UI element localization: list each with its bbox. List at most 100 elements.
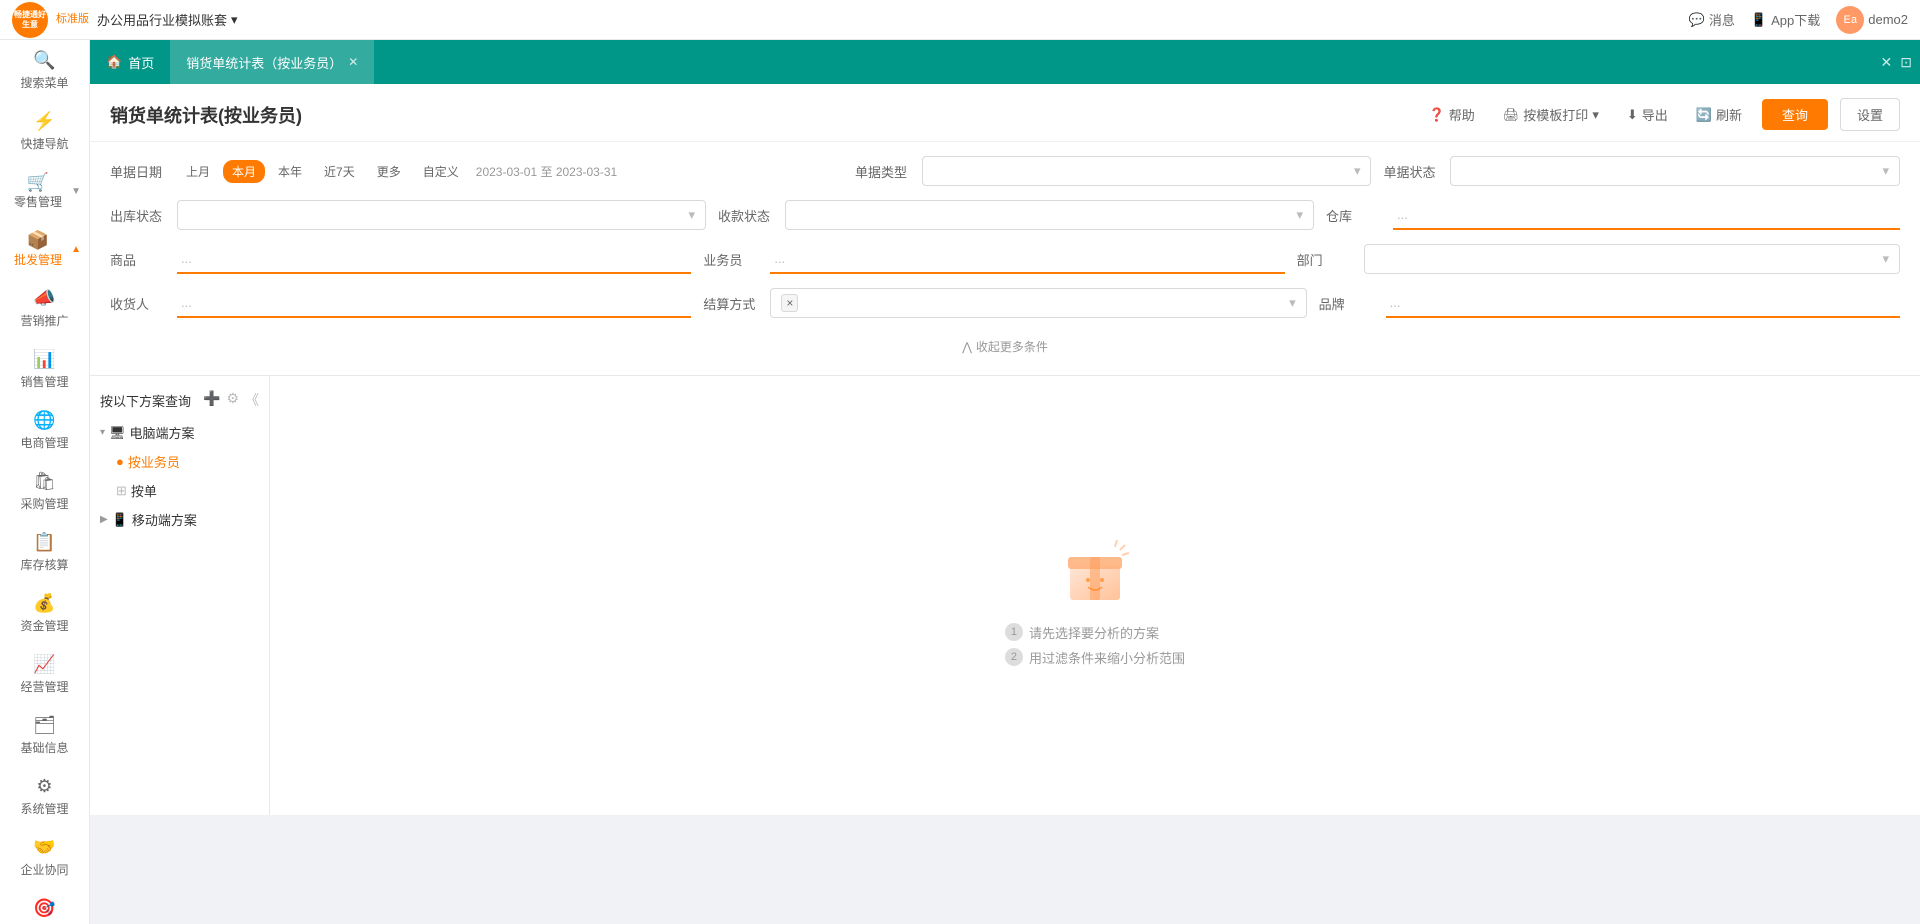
help-icon: ❓ — [1429, 107, 1445, 123]
guide-icon: 🎯 — [33, 898, 55, 919]
doc-status-select[interactable]: ▾ — [1450, 156, 1900, 186]
collapse-row: ⋀ 收起更多条件 — [110, 332, 1900, 361]
tree-pc-root[interactable]: ▾ 🖥 电脑端方案 — [90, 418, 269, 447]
sidebar-item-sales[interactable]: 📊 销售管理 — [0, 339, 89, 400]
date-btn-prev-month[interactable]: 上月 — [177, 160, 219, 183]
sidebar-item-wholesale[interactable]: 📦 批发管理 ▲ — [0, 220, 89, 278]
collapse-label: 收起更多条件 — [976, 338, 1048, 355]
app-download-label: App下载 — [1771, 10, 1820, 29]
add-schema-btn[interactable]: ➕ — [203, 390, 220, 410]
goods-label: 商品 — [110, 250, 165, 269]
collapse-btn[interactable]: ⋀ 收起更多条件 — [962, 338, 1048, 355]
out-status-select[interactable]: ▾ — [177, 200, 706, 230]
tip-text-2: 用过滤条件来缩小分析范围 — [1029, 648, 1185, 667]
dept-select[interactable]: ▾ — [1364, 244, 1900, 274]
tree-salesman-label: 按业务员 — [128, 452, 180, 471]
print-icon: 🖨 — [1503, 107, 1520, 123]
settle-select[interactable]: × ▾ — [770, 288, 1306, 318]
sidebar-item-system[interactable]: ⚙ 系统管理 — [0, 766, 89, 827]
date-btn-this-month[interactable]: 本月 — [223, 160, 265, 183]
brand-input[interactable]: ... — [1386, 288, 1900, 318]
settings-schema-btn[interactable]: ⚙ — [226, 390, 239, 410]
dept-arrow: ▾ — [1882, 251, 1889, 267]
date-btn-custom[interactable]: 自定义 — [414, 160, 468, 183]
query-btn[interactable]: 查询 — [1762, 99, 1828, 130]
topbar-right: 💬 消息 📱 App下载 Ea demo2 — [1689, 6, 1908, 34]
sidebar: 🔍 搜索菜单 ⚡ 快捷导航 🛒 零售管理 ▼ 📦 批发管理 ▲ 📣 营销推广 — [0, 40, 90, 924]
app-download-btn[interactable]: 📱 App下载 — [1751, 10, 1820, 29]
avatar: Ea — [1836, 6, 1864, 34]
empty-tip-2: 2 用过滤条件来缩小分析范围 — [1005, 648, 1185, 667]
sidebar-item-finance[interactable]: 💰 资金管理 — [0, 583, 89, 644]
refresh-icon: 🔄 — [1696, 107, 1712, 123]
payment-status-label: 收款状态 — [718, 206, 773, 225]
date-btn-more[interactable]: 更多 — [368, 160, 410, 183]
sidebar-item-guide[interactable]: 🎯 新手引导 — [0, 888, 89, 924]
export-btn[interactable]: ⬇ 导出 — [1619, 101, 1676, 128]
sidebar-item-retail[interactable]: 🛒 零售管理 ▼ — [0, 162, 89, 220]
tab-home[interactable]: 🏠 首页 — [90, 40, 170, 84]
collapse-icon: ⋀ — [962, 340, 972, 354]
messages-btn[interactable]: 💬 消息 — [1689, 10, 1735, 29]
tree-salesman[interactable]: ● 按业务员 — [90, 447, 269, 476]
content-area: 🏠 首页 销货单统计表（按业务员） ✕ ✕ ⊡ 销货单统计表(按业务员) — [90, 40, 1920, 924]
brand-label: 品牌 — [1319, 294, 1374, 313]
tab-sales-stat[interactable]: 销货单统计表（按业务员） ✕ — [170, 40, 374, 84]
help-btn[interactable]: ❓ 帮助 — [1421, 101, 1483, 128]
sidebar-label-quicknav: 快捷导航 — [20, 135, 68, 152]
sidebar-label-search: 搜索菜单 — [20, 74, 68, 91]
app-selector[interactable]: 办公用品行业模拟账套 ▾ — [97, 10, 238, 29]
date-label: 单据日期 — [110, 162, 165, 181]
sidebar-item-ecommerce[interactable]: 🌐 电商管理 — [0, 400, 89, 461]
settings-btn[interactable]: 设置 — [1840, 98, 1900, 131]
salesman-input[interactable]: ... — [770, 244, 1284, 274]
tree-by-order[interactable]: ⊞ 按单 — [90, 476, 269, 505]
settle-tag[interactable]: × — [781, 294, 798, 312]
salesman-tree-icon: ● — [116, 454, 124, 469]
doc-type-select[interactable]: ▾ — [922, 156, 1372, 186]
tree-pc-label: 电脑端方案 — [130, 423, 195, 442]
sidebar-item-search[interactable]: 🔍 搜索菜单 — [0, 40, 89, 101]
page-title: 销货单统计表(按业务员) — [110, 102, 302, 128]
sidebar-item-enterprise[interactable]: 🤝 企业协同 — [0, 827, 89, 888]
doc-type-arrow: ▾ — [1354, 163, 1361, 179]
system-icon: ⚙ — [36, 776, 52, 797]
purchase-icon: 🛍 — [33, 471, 56, 492]
sidebar-label-wholesale: 批发管理 — [14, 251, 62, 268]
print-btn[interactable]: 🖨 按模板打印 ▾ — [1495, 101, 1607, 128]
refresh-label: 刷新 — [1716, 105, 1742, 124]
tab-maximize-btn[interactable]: ⊡ — [1900, 54, 1912, 71]
page-actions: ❓ 帮助 🖨 按模板打印 ▾ ⬇ 导出 🔄 — [1421, 98, 1900, 131]
goods-dots: ... — [181, 251, 192, 266]
left-panel-icons: ➕ ⚙ 《 — [203, 390, 259, 410]
date-buttons: 上月 本月 本年 近7天 更多 自定义 2023-03-01 至 2023-03… — [177, 160, 617, 183]
sidebar-item-quick-nav[interactable]: ⚡ 快捷导航 — [0, 101, 89, 162]
filter-row-3: 商品 ... 业务员 ... 部门 ▾ — [110, 244, 1900, 274]
tab-close-window-btn[interactable]: ✕ — [1881, 54, 1893, 71]
left-panel: 按以下方案查询 ➕ ⚙ 《 ▾ 🖥 电脑端方案 — [90, 376, 270, 815]
wholesale-icon: 📦 — [27, 230, 49, 251]
sidebar-item-operation[interactable]: 📈 经营管理 — [0, 644, 89, 705]
goods-input[interactable]: ... — [177, 244, 691, 274]
doc-type-label: 单据类型 — [855, 162, 910, 181]
marketing-icon: 📣 — [33, 288, 55, 309]
date-btn-this-year[interactable]: 本年 — [269, 160, 311, 183]
finance-icon: 💰 — [33, 593, 55, 614]
export-label: 导出 — [1642, 105, 1668, 124]
tree-mobile-root[interactable]: ▶ 📱 移动端方案 — [90, 505, 269, 534]
sidebar-label-finance: 资金管理 — [20, 617, 68, 634]
collapse-panel-btn[interactable]: 《 — [245, 390, 259, 410]
doc-status-label: 单据状态 — [1383, 162, 1438, 181]
sidebar-item-marketing[interactable]: 📣 营销推广 — [0, 278, 89, 339]
salesman-label: 业务员 — [703, 250, 758, 269]
refresh-btn[interactable]: 🔄 刷新 — [1688, 101, 1750, 128]
warehouse-input[interactable]: ... — [1393, 200, 1900, 230]
sidebar-item-purchase[interactable]: 🛍 采购管理 — [0, 461, 89, 522]
sidebar-item-inventory[interactable]: 📋 库存核算 — [0, 522, 89, 583]
user-profile[interactable]: Ea demo2 — [1836, 6, 1908, 34]
tab-close-btn[interactable]: ✕ — [348, 55, 358, 69]
date-btn-7days[interactable]: 近7天 — [315, 160, 364, 183]
payment-status-select[interactable]: ▾ — [785, 200, 1314, 230]
sidebar-item-basic[interactable]: 🗂 基础信息 — [0, 705, 89, 766]
receiver-input[interactable]: ... — [177, 288, 691, 318]
